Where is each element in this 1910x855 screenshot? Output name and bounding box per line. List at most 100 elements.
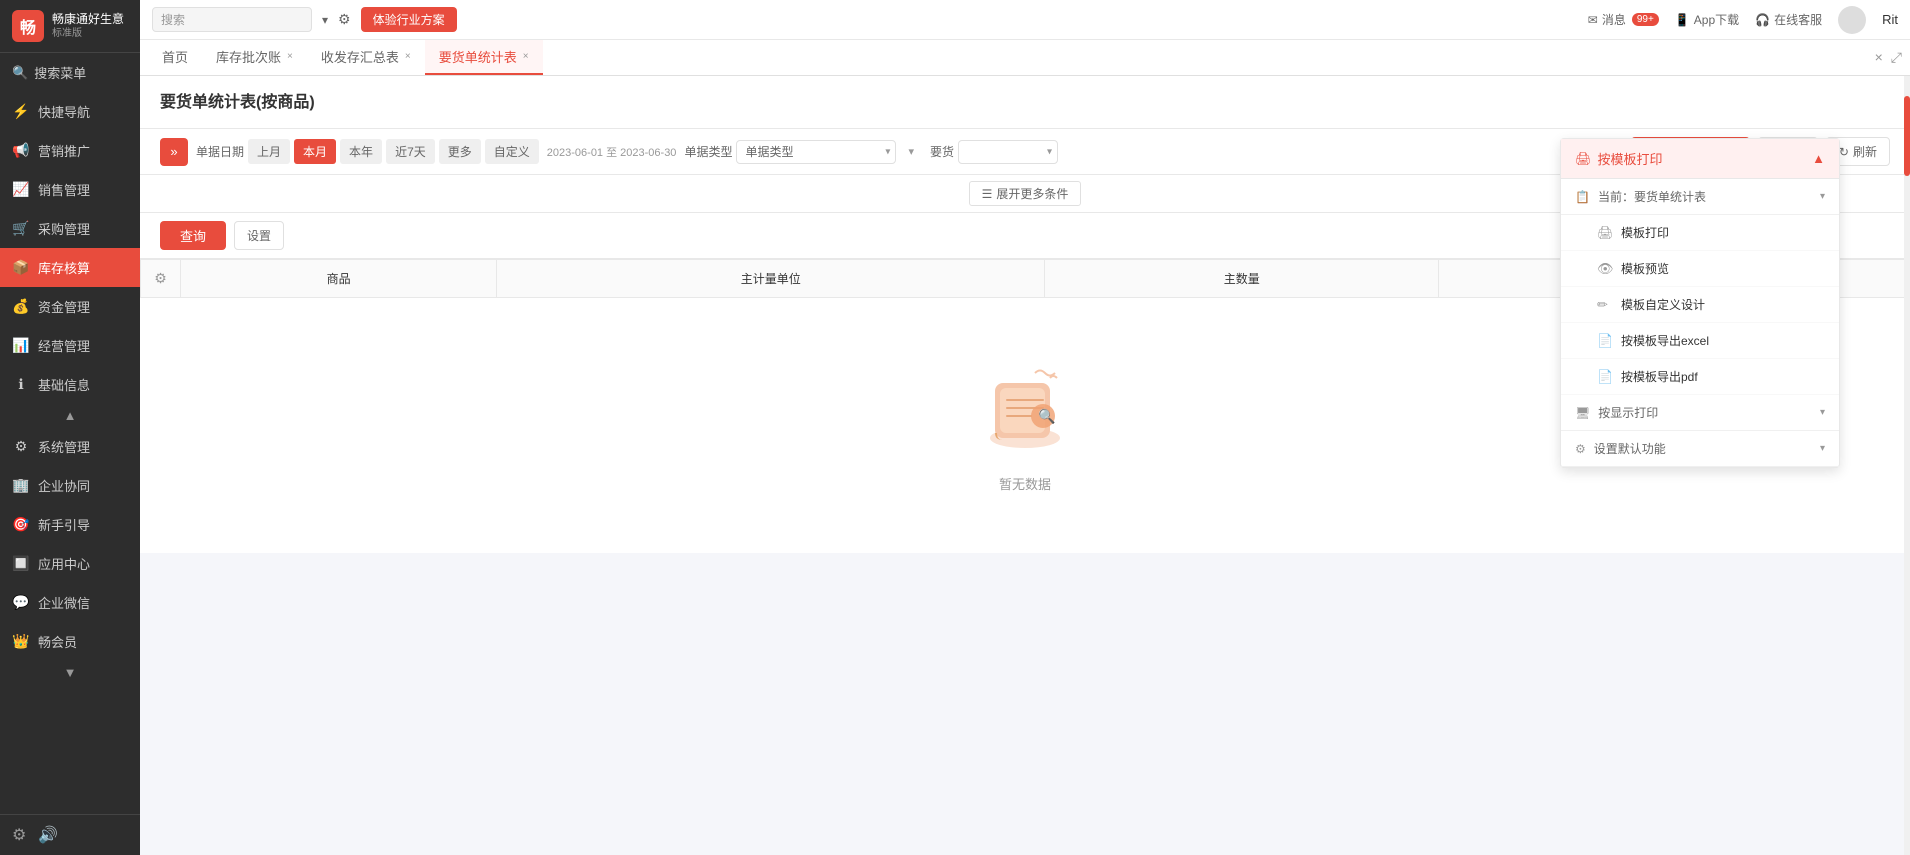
- empty-icon: 🔍: [975, 358, 1075, 458]
- type-dropdown-arrow[interactable]: ▾: [908, 145, 914, 158]
- tab-close-collection[interactable]: ×: [405, 51, 411, 62]
- print-dropdown-menu: 🖨 按模板打印 ▲ 📋 当前：要货单统计表 ▾ 🖨 模板打印 👁 模板预览 ✏ …: [1560, 138, 1840, 468]
- print-dropdown-header[interactable]: 🖨 按模板打印 ▲: [1561, 139, 1839, 179]
- type-select[interactable]: 单据类型: [736, 140, 896, 164]
- customer-service-button[interactable]: 🎧 在线客服: [1755, 11, 1822, 28]
- type-label: 单据类型: [684, 143, 732, 160]
- sidebar-item-purchase[interactable]: 🛒 采购管理: [0, 209, 140, 248]
- query-button[interactable]: 查询: [160, 221, 226, 250]
- settings-button[interactable]: 设置: [234, 221, 284, 250]
- page-header: 要货单统计表(按商品): [140, 76, 1910, 129]
- message-icon: ✉: [1588, 13, 1598, 27]
- headset-icon: 🎧: [1755, 13, 1770, 27]
- tab-order-stats[interactable]: 要货单统计表 ×: [425, 40, 543, 75]
- dropdown-item-template-print[interactable]: 🖨 模板打印: [1561, 215, 1839, 251]
- display-print-header[interactable]: 🖥 按显示打印 ▾: [1561, 395, 1839, 430]
- phone-icon: 📱: [1675, 13, 1690, 27]
- finance-icon: 💰: [12, 298, 30, 316]
- date-7days[interactable]: 近7天: [386, 139, 435, 164]
- empty-text: 暂无数据: [999, 474, 1051, 493]
- template-pdf-icon: 📄: [1597, 369, 1613, 385]
- sidebar-item-marketing[interactable]: 📢 营销推广: [0, 131, 140, 170]
- sidebar-nav: 🔍 搜索菜单 ⚡ 快捷导航 📢 营销推广 📈 销售管理 🛒 采购管理 📦 库存核…: [0, 53, 140, 814]
- type-filter-group: 单据类型 单据类型 ▾: [684, 140, 914, 164]
- print-dropdown-collapse-icon[interactable]: ▲: [1812, 151, 1825, 166]
- column-settings-icon[interactable]: ⚙: [154, 270, 167, 286]
- sidebar-item-sales[interactable]: 📈 销售管理: [0, 170, 140, 209]
- tab-close-order[interactable]: ×: [523, 51, 529, 62]
- topbar-dropdown-icon[interactable]: ▾: [322, 13, 328, 27]
- sales-icon: 📈: [12, 181, 30, 199]
- app-logo: 畅 畅康通好生意 标准版: [0, 0, 140, 53]
- system-icon: ⚙: [12, 438, 30, 456]
- topbar-settings-icon[interactable]: ⚙: [338, 11, 351, 28]
- date-prev-month[interactable]: 上月: [248, 139, 290, 164]
- topbar: 搜索 ▾ ⚙ 体验行业方案 ✉ 消息 99+ 📱 App下载 🎧 在线客服 Ri…: [140, 0, 1910, 40]
- enterprise-icon: 🏢: [12, 477, 30, 495]
- table-header-settings[interactable]: ⚙: [141, 260, 181, 298]
- page-title: 要货单统计表(按商品): [160, 88, 1890, 112]
- basic-icon: ℹ: [12, 376, 30, 394]
- tab-expand-btn[interactable]: ⤢: [1891, 49, 1902, 66]
- sidebar-item-inventory[interactable]: 📦 库存核算: [0, 248, 140, 287]
- table-header-unit: 主计量单位: [497, 260, 1045, 298]
- yaohuotype-select[interactable]: [958, 140, 1058, 164]
- dropdown-item-template-preview[interactable]: 👁 模板预览: [1561, 251, 1839, 287]
- sidebar-item-member[interactable]: 👑 畅会员: [0, 622, 140, 661]
- table-header-quantity: 主数量: [1045, 260, 1439, 298]
- sidebar-item-finance[interactable]: 💰 资金管理: [0, 287, 140, 326]
- sidebar-item-appstore[interactable]: 🔲 应用中心: [0, 544, 140, 583]
- sidebar-item-wechat[interactable]: 💬 企业微信: [0, 583, 140, 622]
- tab-close-inventory[interactable]: ×: [287, 51, 293, 62]
- sidebar-scroll-up[interactable]: ▲: [0, 404, 140, 427]
- set-default-icon: ⚙: [1575, 442, 1586, 456]
- speaker-icon[interactable]: 🔊: [38, 825, 58, 845]
- date-current-year[interactable]: 本年: [340, 139, 382, 164]
- messages-button[interactable]: ✉ 消息 99+: [1588, 11, 1659, 28]
- dropdown-item-template-pdf[interactable]: 📄 按模板导出pdf: [1561, 359, 1839, 395]
- date-current-month[interactable]: 本月: [294, 139, 336, 164]
- current-template-section: 📋 当前：要货单统计表 ▾: [1561, 179, 1839, 215]
- user-avatar[interactable]: [1838, 6, 1866, 34]
- yaohuotype-select-wrapper: [958, 140, 1058, 164]
- search-icon: 🔍: [12, 65, 28, 81]
- display-print-section: 🖥 按显示打印 ▾: [1561, 395, 1839, 431]
- guide-icon: 🎯: [12, 516, 30, 534]
- sidebar-item-operations[interactable]: 📊 经营管理: [0, 326, 140, 365]
- current-template-header[interactable]: 📋 当前：要货单统计表 ▾: [1561, 179, 1839, 214]
- tab-inventory-batch[interactable]: 库存批次账 ×: [202, 40, 307, 75]
- sidebar-item-enterprise[interactable]: 🏢 企业协同: [0, 466, 140, 505]
- expand-more-button[interactable]: ☰ 展开更多条件: [969, 181, 1082, 206]
- topbar-search-box[interactable]: 搜索: [152, 7, 312, 32]
- date-more[interactable]: 更多: [439, 139, 481, 164]
- sidebar-item-system[interactable]: ⚙ 系统管理: [0, 427, 140, 466]
- sidebar-item-basic[interactable]: ℹ 基础信息: [0, 365, 140, 404]
- current-template-expand-icon[interactable]: ▾: [1820, 191, 1825, 202]
- wechat-icon: 💬: [12, 594, 30, 612]
- purchase-icon: 🛒: [12, 220, 30, 238]
- dropdown-item-template-excel[interactable]: 📄 按模板导出excel: [1561, 323, 1839, 359]
- set-default-expand-icon[interactable]: ▾: [1820, 443, 1825, 454]
- tab-collection-summary[interactable]: 收发存汇总表 ×: [307, 40, 425, 75]
- display-print-expand-icon[interactable]: ▾: [1820, 407, 1825, 418]
- print-dropdown-icon: 🖨: [1575, 151, 1592, 167]
- tab-close-btn[interactable]: ×: [1875, 49, 1883, 66]
- date-custom[interactable]: 自定义: [485, 139, 539, 164]
- right-scrollbar[interactable]: [1904, 76, 1910, 855]
- set-default-header[interactable]: ⚙ 设置默认功能 ▾: [1561, 431, 1839, 466]
- shortcut-icon: ⚡: [12, 103, 30, 121]
- expand-button[interactable]: »: [160, 138, 188, 166]
- dropdown-item-template-custom[interactable]: ✏ 模板自定义设计: [1561, 287, 1839, 323]
- app-download-button[interactable]: 📱 App下载: [1675, 11, 1739, 28]
- table-header-product: 商品: [181, 260, 497, 298]
- sidebar-item-shortcut[interactable]: ⚡ 快捷导航: [0, 92, 140, 131]
- appstore-icon: 🔲: [12, 555, 30, 573]
- current-template-icon: 📋: [1575, 190, 1590, 204]
- trial-button[interactable]: 体验行业方案: [361, 7, 457, 32]
- sidebar-item-guide[interactable]: 🎯 新手引导: [0, 505, 140, 544]
- settings-bottom-icon[interactable]: ⚙: [12, 825, 26, 845]
- sidebar-search[interactable]: 🔍 搜索菜单: [0, 53, 140, 92]
- tab-home[interactable]: 首页: [148, 40, 202, 75]
- template-excel-icon: 📄: [1597, 333, 1613, 349]
- sidebar-scroll-down[interactable]: ▼: [0, 661, 140, 684]
